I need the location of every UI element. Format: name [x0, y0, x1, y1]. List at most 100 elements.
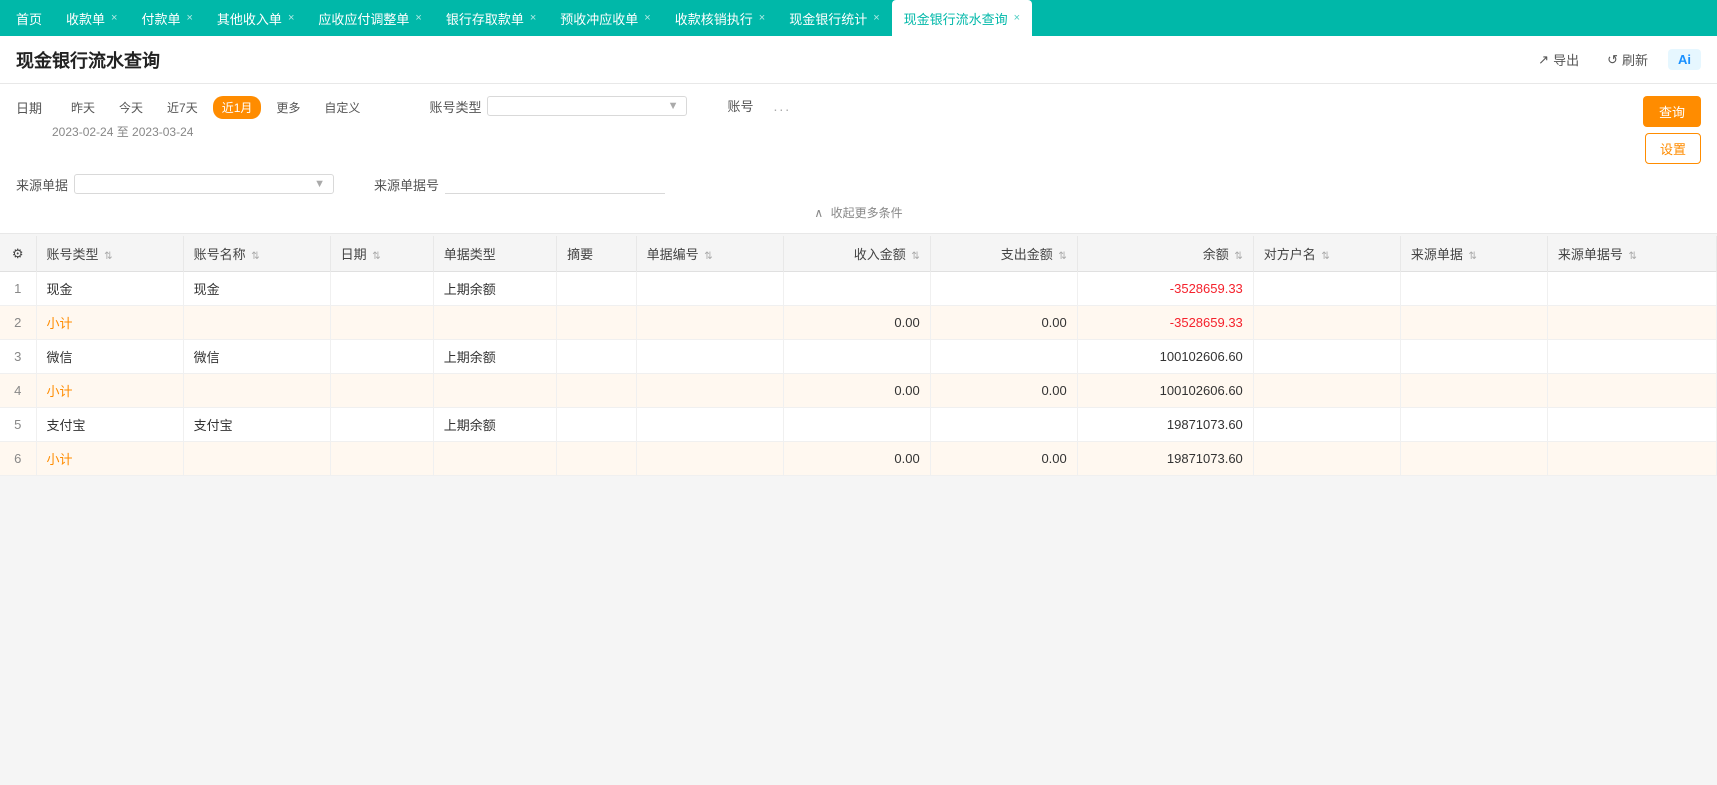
cell-expense [930, 340, 1077, 374]
col-source-doc-no[interactable]: 来源单据号 ⇅ [1547, 236, 1716, 272]
date-today[interactable]: 今天 [110, 96, 152, 119]
account-type-select[interactable]: ▼ [487, 96, 687, 116]
refresh-icon: ↺ [1607, 52, 1618, 68]
account-type-chevron-icon: ▼ [668, 100, 679, 112]
nav-bank-deposit[interactable]: 银行存取款单 × [434, 0, 548, 36]
cell-balance: 19871073.60 [1077, 442, 1253, 476]
cell-counterpart [1253, 408, 1400, 442]
cell-source-doc-no [1547, 408, 1716, 442]
account-label: 账号 [727, 96, 767, 115]
nav-other-income[interactable]: 其他收入单 × [205, 0, 306, 36]
close-payment-icon[interactable]: × [186, 12, 192, 24]
cell-source-doc [1400, 408, 1547, 442]
cell-expense [930, 272, 1077, 306]
source-doc-no-input[interactable] [445, 174, 665, 194]
close-cash-stats-icon[interactable]: × [873, 12, 879, 24]
row-num: 2 [0, 306, 36, 340]
date-custom[interactable]: 自定义 [315, 96, 369, 119]
page-header: 现金银行流水查询 ↗ 导出 ↺ 刷新 Ai [0, 36, 1717, 84]
table-row: 2 小计 0.00 0.00 -3528659.33 [0, 306, 1717, 340]
cell-counterpart [1253, 340, 1400, 374]
col-doc-no[interactable]: 单据编号 ⇅ [636, 236, 783, 272]
filter-area: 日期 昨天 今天 近7天 近1月 更多 自定义 2023-02-24 至 202… [0, 84, 1717, 234]
close-receipt-icon[interactable]: × [111, 12, 117, 24]
cell-balance: 100102606.60 [1077, 340, 1253, 374]
cell-summary [557, 306, 636, 340]
cell-counterpart [1253, 272, 1400, 306]
nav-home[interactable]: 首页 [4, 0, 54, 36]
cell-doc-no [636, 340, 783, 374]
col-date[interactable]: 日期 ⇅ [330, 236, 433, 272]
date-1month[interactable]: 近1月 [213, 96, 262, 119]
cell-counterpart [1253, 306, 1400, 340]
cell-doc-type: 上期余额 [433, 272, 556, 306]
top-navigation: 首页 收款单 × 付款单 × 其他收入单 × 应收应付调整单 × 银行存取款单 … [0, 0, 1717, 36]
cell-account-name [183, 442, 330, 476]
cell-balance: -3528659.33 [1077, 306, 1253, 340]
table-row: 4 小计 0.00 0.00 100102606.60 [0, 374, 1717, 408]
nav-adjustment[interactable]: 应收应付调整单 × [306, 0, 433, 36]
cell-source-doc [1400, 306, 1547, 340]
source-doc-select[interactable]: ▼ [74, 174, 334, 194]
col-settings[interactable]: ⚙ [0, 236, 36, 272]
col-balance[interactable]: 余额 ⇅ [1077, 236, 1253, 272]
nav-payment[interactable]: 付款单 × [129, 0, 204, 36]
nav-advance-offset[interactable]: 预收冲应收单 × [548, 0, 662, 36]
date-options: 昨天 今天 近7天 近1月 更多 自定义 [62, 96, 369, 119]
cell-account-name: 微信 [183, 340, 330, 374]
table-row: 5 支付宝 支付宝 上期余额 19871073.60 [0, 408, 1717, 442]
date-range-display: 2023-02-24 至 2023-03-24 [52, 125, 193, 139]
cell-income: 0.00 [783, 442, 930, 476]
cell-balance: 100102606.60 [1077, 374, 1253, 408]
cell-account-type: 现金 [36, 272, 183, 306]
cell-expense [930, 408, 1077, 442]
row-num: 4 [0, 374, 36, 408]
nav-cash-flow[interactable]: 现金银行流水查询 × [892, 0, 1032, 36]
col-counterpart[interactable]: 对方户名 ⇅ [1253, 236, 1400, 272]
setting-button[interactable]: 设置 [1645, 133, 1701, 164]
collapse-icon: ∧ [814, 206, 823, 220]
ai-button[interactable]: Ai [1668, 49, 1701, 70]
page-title: 现金银行流水查询 [16, 47, 160, 73]
close-advance-offset-icon[interactable]: × [644, 12, 650, 24]
close-adjustment-icon[interactable]: × [415, 12, 421, 24]
nav-receipt-exec[interactable]: 收款核销执行 × [663, 0, 777, 36]
collapse-bar[interactable]: ∧ 收起更多条件 [16, 200, 1701, 225]
cell-date [330, 306, 433, 340]
date-yesterday[interactable]: 昨天 [62, 96, 104, 119]
close-cash-flow-icon[interactable]: × [1014, 12, 1020, 24]
cell-date [330, 272, 433, 306]
cell-source-doc [1400, 442, 1547, 476]
date-7days[interactable]: 近7天 [158, 96, 207, 119]
col-account-name[interactable]: 账号名称 ⇅ [183, 236, 330, 272]
col-source-doc[interactable]: 来源单据 ⇅ [1400, 236, 1547, 272]
cell-expense: 0.00 [930, 374, 1077, 408]
cell-income: 0.00 [783, 306, 930, 340]
cell-account-type: 支付宝 [36, 408, 183, 442]
row-num: 5 [0, 408, 36, 442]
cell-source-doc-no [1547, 374, 1716, 408]
export-button[interactable]: ↗ 导出 [1530, 46, 1587, 73]
cell-income [783, 408, 930, 442]
col-income[interactable]: 收入金额 ⇅ [783, 236, 930, 272]
date-more[interactable]: 更多 [267, 96, 309, 119]
cell-doc-no [636, 408, 783, 442]
row-num: 6 [0, 442, 36, 476]
cell-summary [557, 340, 636, 374]
query-button[interactable]: 查询 [1643, 96, 1701, 127]
cell-account-name: 现金 [183, 272, 330, 306]
nav-receipt[interactable]: 收款单 × [54, 0, 129, 36]
col-account-type[interactable]: 账号类型 ⇅ [36, 236, 183, 272]
cell-account-name [183, 374, 330, 408]
nav-cash-stats[interactable]: 现金银行统计 × [777, 0, 891, 36]
refresh-button[interactable]: ↺ 刷新 [1599, 46, 1656, 73]
cell-summary [557, 272, 636, 306]
account-more-button[interactable]: ... [773, 98, 791, 114]
col-expense[interactable]: 支出金额 ⇅ [930, 236, 1077, 272]
data-table-wrap: ⚙ 账号类型 ⇅ 账号名称 ⇅ 日期 ⇅ 单据类型 摘要 单据编号 ⇅ 收入金额… [0, 236, 1717, 476]
close-other-income-icon[interactable]: × [288, 12, 294, 24]
cell-doc-no [636, 272, 783, 306]
cell-summary [557, 408, 636, 442]
close-bank-deposit-icon[interactable]: × [530, 12, 536, 24]
close-receipt-exec-icon[interactable]: × [759, 12, 765, 24]
